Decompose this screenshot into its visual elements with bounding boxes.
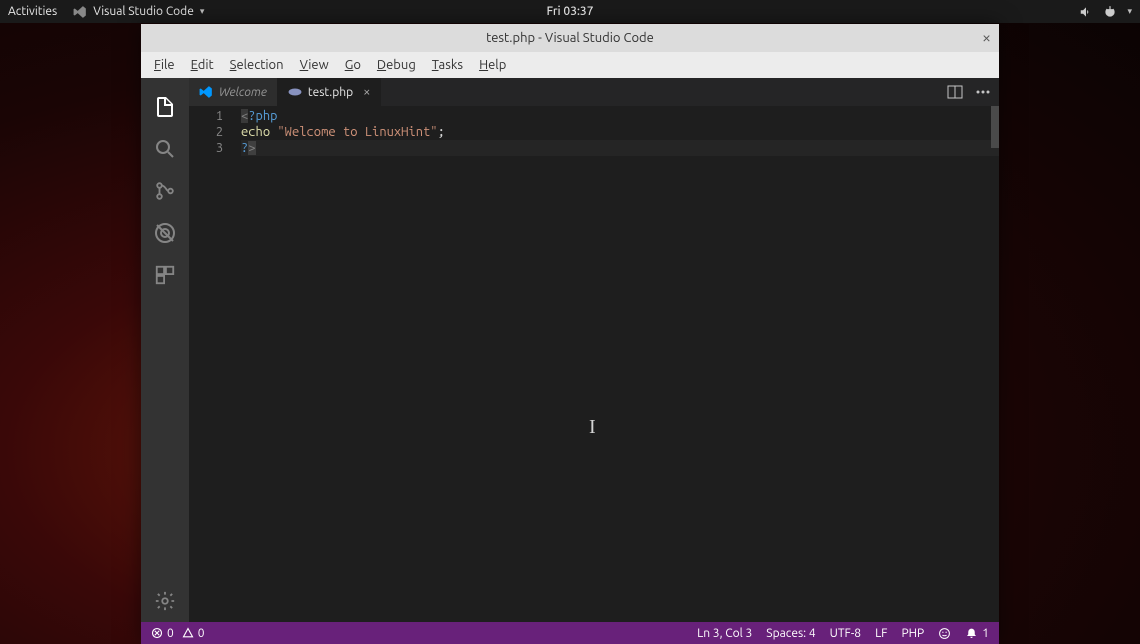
code-editor[interactable]: 1 2 3 <?php echo "Welcome to LinuxHint";… (189, 106, 999, 622)
menu-file[interactable]: File (147, 56, 182, 74)
text-cursor-icon: I (589, 416, 596, 439)
menu-view[interactable]: View (293, 56, 336, 74)
menu-bar: File Edit Selection View Go Debug Tasks … (141, 52, 999, 78)
warning-icon (182, 627, 194, 639)
code-token: echo (241, 125, 277, 139)
window-title: test.php - Visual Studio Code (486, 31, 654, 45)
window-close-button[interactable]: × (982, 29, 991, 47)
line-number: 3 (189, 140, 241, 156)
power-icon[interactable] (1103, 5, 1117, 19)
status-feedback-icon[interactable] (938, 627, 951, 640)
status-bar: 0 0 Ln 3, Col 3 Spaces: 4 UTF-8 LF PHP 1 (141, 622, 999, 644)
scrollbar-vertical[interactable] (991, 106, 999, 148)
menu-tasks[interactable]: Tasks (425, 56, 470, 74)
system-clock[interactable]: Fri 03:37 (547, 5, 594, 18)
code-token: > (248, 141, 255, 155)
menu-debug[interactable]: Debug (370, 56, 423, 74)
main-area: Welcome test.php × (141, 78, 999, 622)
status-errors[interactable]: 0 (151, 627, 174, 640)
volume-icon[interactable] (1079, 5, 1093, 19)
activities-button[interactable]: Activities (8, 5, 57, 18)
activity-settings-icon[interactable] (141, 580, 189, 622)
tab-label: Welcome (219, 86, 267, 99)
window-title-bar: test.php - Visual Studio Code × (141, 24, 999, 52)
menu-go[interactable]: Go (338, 56, 368, 74)
menu-help[interactable]: Help (472, 56, 513, 74)
app-menu-label: Visual Studio Code (93, 5, 194, 18)
system-menu-dropdown-icon[interactable]: ▾ (1127, 6, 1132, 17)
status-notifications[interactable]: 1 (965, 627, 989, 640)
status-language[interactable]: PHP (902, 627, 925, 640)
status-warnings[interactable]: 0 (182, 627, 205, 640)
code-token: ?php (248, 109, 277, 123)
code-token: "Welcome to LinuxHint" (277, 125, 437, 139)
tab-test-php[interactable]: test.php × (278, 78, 382, 106)
activity-scm-icon[interactable] (141, 170, 189, 212)
tab-welcome[interactable]: Welcome (189, 78, 278, 106)
vscode-icon (199, 85, 213, 99)
menu-edit[interactable]: Edit (184, 56, 221, 74)
dropdown-icon: ▾ (200, 6, 205, 17)
status-indentation[interactable]: Spaces: 4 (766, 627, 815, 640)
tab-close-button[interactable]: × (363, 85, 370, 99)
status-cursor-position[interactable]: Ln 3, Col 3 (697, 627, 752, 640)
editor-area: Welcome test.php × (189, 78, 999, 622)
tab-label: test.php (308, 86, 353, 99)
status-notifications-count: 1 (982, 627, 989, 640)
vscode-window: test.php - Visual Studio Code × File Edi… (141, 24, 999, 644)
status-warnings-count: 0 (198, 627, 205, 640)
more-actions-icon[interactable] (975, 84, 991, 100)
activity-debug-icon[interactable] (141, 212, 189, 254)
split-editor-icon[interactable] (947, 84, 963, 100)
status-encoding[interactable]: UTF-8 (830, 627, 861, 640)
code-body[interactable]: <?php echo "Welcome to LinuxHint"; ?> (241, 106, 999, 622)
activity-bar (141, 78, 189, 622)
status-eol[interactable]: LF (875, 627, 887, 640)
vscode-icon (73, 5, 87, 19)
line-number: 1 (189, 108, 241, 124)
status-errors-count: 0 (167, 627, 174, 640)
editor-tabs: Welcome test.php × (189, 78, 999, 106)
code-token: ; (438, 125, 445, 139)
activity-extensions-icon[interactable] (141, 254, 189, 296)
php-icon (288, 85, 302, 99)
line-number: 2 (189, 124, 241, 140)
bell-icon (965, 627, 978, 640)
menu-selection[interactable]: Selection (223, 56, 291, 74)
activity-search-icon[interactable] (141, 128, 189, 170)
error-icon (151, 627, 163, 639)
line-gutter: 1 2 3 (189, 106, 241, 622)
activity-explorer-icon[interactable] (141, 86, 189, 128)
app-menu[interactable]: Visual Studio Code ▾ (73, 5, 204, 19)
system-top-bar: Activities Visual Studio Code ▾ Fri 03:3… (0, 0, 1140, 23)
